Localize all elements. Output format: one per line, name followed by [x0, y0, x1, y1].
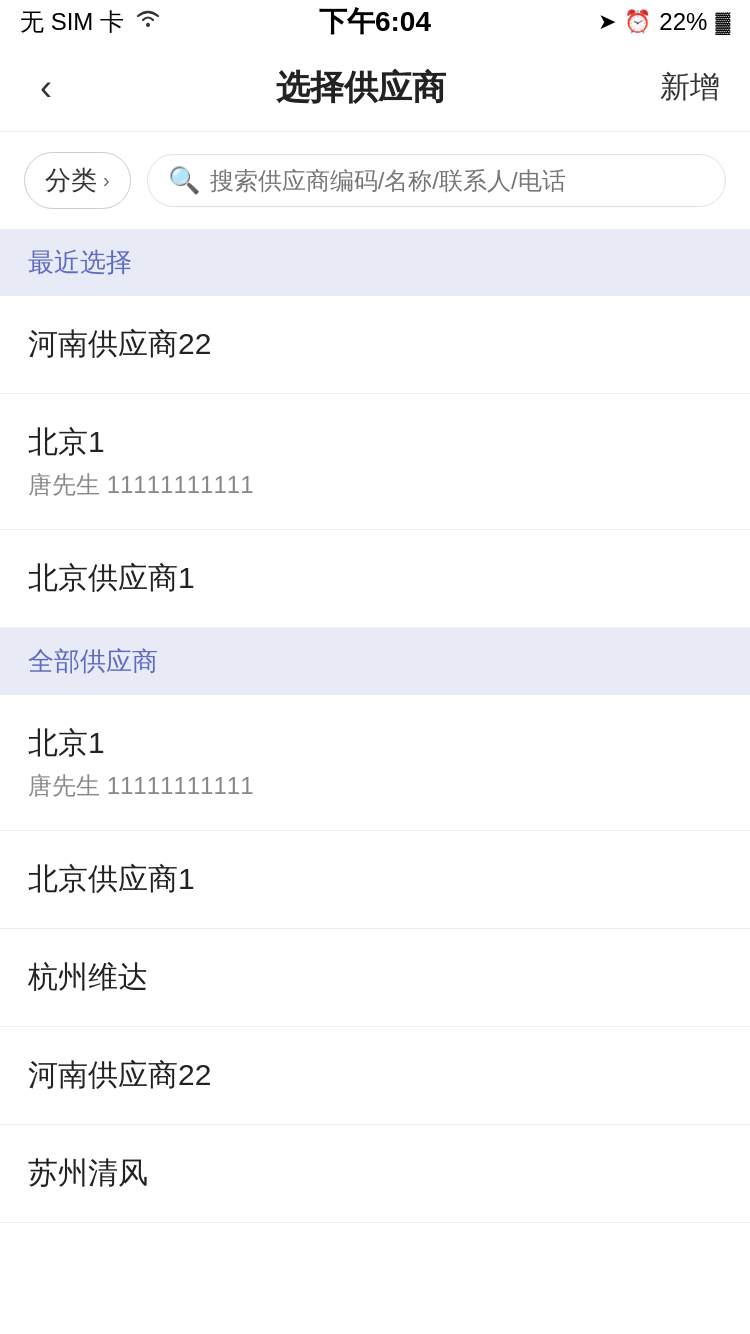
svg-point-0 — [146, 23, 150, 27]
item-sub: 唐先生 11111111111 — [28, 469, 722, 501]
location-icon: ➤ — [598, 9, 616, 35]
item-name: 河南供应商22 — [28, 1055, 722, 1096]
wifi-icon — [134, 8, 162, 36]
search-box: 🔍 — [147, 154, 726, 207]
category-button[interactable]: 分类 › — [24, 152, 131, 209]
status-left: 无 SIM 卡 — [20, 6, 162, 38]
status-bar: 无 SIM 卡 下午6:04 ➤ ⏰ 22% ▓ — [0, 0, 750, 44]
all-section-header: 全部供应商 — [0, 628, 750, 695]
item-name: 杭州维达 — [28, 957, 722, 998]
battery-icon: ▓ — [715, 11, 730, 34]
recent-list: 河南供应商22 北京1 唐先生 11111111111 北京供应商1 — [0, 296, 750, 628]
item-name: 北京供应商1 — [28, 859, 722, 900]
alarm-icon: ⏰ — [624, 9, 651, 35]
add-button[interactable]: 新增 — [660, 67, 720, 108]
item-name: 苏州清风 — [28, 1153, 722, 1194]
search-icon: 🔍 — [168, 165, 200, 196]
back-button[interactable]: ‹ — [30, 57, 62, 119]
status-right: ➤ ⏰ 22% ▓ — [598, 8, 730, 36]
item-name: 北京1 — [28, 422, 722, 463]
all-list: 北京1 唐先生 11111111111 北京供应商1 杭州维达河南供应商22 苏州清风 — [0, 695, 750, 1223]
page-title: 选择供应商 — [276, 65, 446, 111]
nav-bar: ‹ 选择供应商 新增 — [0, 44, 750, 132]
carrier-label: 无 SIM 卡 — [20, 6, 124, 38]
recent-section-title: 最近选择 — [28, 247, 132, 277]
all-section-title: 全部供应商 — [28, 646, 158, 676]
list-item[interactable]: 杭州维达 — [0, 929, 750, 1027]
list-item[interactable]: 北京供应商1 — [0, 831, 750, 929]
chevron-right-icon: › — [103, 169, 110, 192]
search-input[interactable] — [210, 167, 705, 195]
battery-label: 22% — [659, 8, 707, 36]
status-time: 下午6:04 — [319, 3, 431, 41]
list-item[interactable]: 苏州清风 — [0, 1125, 750, 1223]
filter-bar: 分类 › 🔍 — [0, 132, 750, 229]
list-item[interactable]: 河南供应商22 — [0, 1027, 750, 1125]
category-label: 分类 — [45, 163, 97, 198]
list-item[interactable]: 北京1 唐先生 11111111111 — [0, 695, 750, 831]
list-item[interactable]: 河南供应商22 — [0, 296, 750, 394]
list-item[interactable]: 北京供应商1 — [0, 530, 750, 628]
item-sub: 唐先生 11111111111 — [28, 770, 722, 802]
recent-section-header: 最近选择 — [0, 229, 750, 296]
item-name: 北京1 — [28, 723, 722, 764]
list-item[interactable]: 北京1 唐先生 11111111111 — [0, 394, 750, 530]
item-name: 河南供应商22 — [28, 324, 722, 365]
item-name: 北京供应商1 — [28, 558, 722, 599]
